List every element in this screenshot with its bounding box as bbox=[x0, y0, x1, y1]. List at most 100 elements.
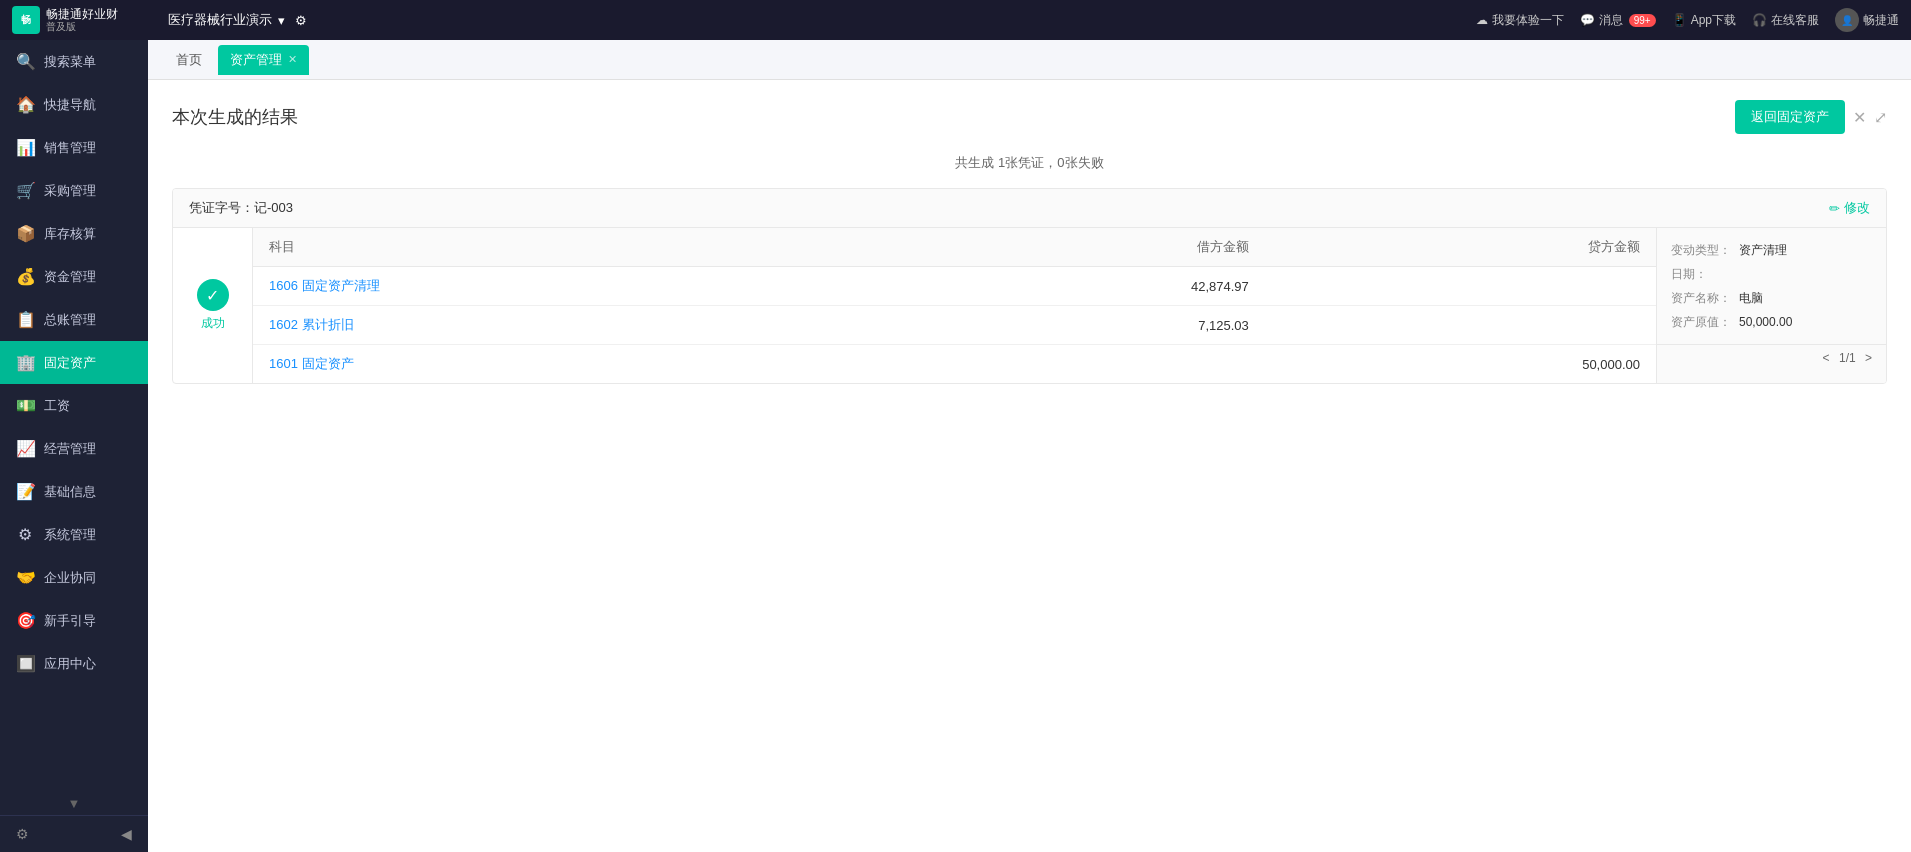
row1-credit bbox=[1265, 267, 1656, 306]
sidebar-item-quick-nav[interactable]: 🏠 快捷导航 bbox=[0, 83, 148, 126]
sidebar-item-business[interactable]: 📈 经营管理 bbox=[0, 427, 148, 470]
voucher-header: 凭证字号：记-003 ✏ 修改 bbox=[173, 189, 1886, 228]
sidebar-item-fixed-assets[interactable]: 🏢 固定资产 bbox=[0, 341, 148, 384]
tab-close-icon[interactable]: ✕ bbox=[288, 53, 297, 66]
table-row: 1606 固定资产清理 42,874.97 bbox=[253, 267, 1656, 306]
sidebar-settings-icon[interactable]: ⚙ bbox=[16, 826, 29, 842]
sidebar-item-search[interactable]: 🔍 搜索菜单 bbox=[0, 40, 148, 83]
sidebar-item-guide[interactable]: 🎯 新手引导 bbox=[0, 599, 148, 642]
payroll-icon: 💵 bbox=[16, 396, 34, 415]
settings-icon[interactable]: ⚙ bbox=[295, 13, 307, 28]
row1-debit: 42,874.97 bbox=[874, 267, 1265, 306]
phone-icon: 📱 bbox=[1672, 13, 1687, 27]
col-credit: 贷方金额 bbox=[1265, 228, 1656, 267]
pagination[interactable]: < 1/1 > bbox=[1657, 344, 1886, 371]
sidebar-item-purchase[interactable]: 🛒 采购管理 bbox=[0, 169, 148, 212]
success-icon: ✓ bbox=[197, 279, 229, 311]
sidebar-item-app-center[interactable]: 🔲 应用中心 bbox=[0, 642, 148, 685]
sidebar-scroll: 🔍 搜索菜单 🏠 快捷导航 📊 销售管理 🛒 采购管理 📦 库存核算 💰 bbox=[0, 40, 148, 792]
main-layout: 🔍 搜索菜单 🏠 快捷导航 📊 销售管理 🛒 采购管理 📦 库存核算 💰 bbox=[0, 40, 1911, 852]
change-type-value: 资产清理 bbox=[1739, 238, 1787, 262]
sales-icon: 📊 bbox=[16, 138, 34, 157]
row2-debit: 7,125.03 bbox=[874, 306, 1265, 345]
summary-text: 共生成 1张凭证，0张失败 bbox=[172, 154, 1887, 172]
logo-icon: 畅 bbox=[12, 6, 40, 34]
voucher-data-table: 科目 借方金额 贷方金额 1606 固定资产清理 bbox=[253, 228, 1656, 383]
success-text: 成功 bbox=[201, 315, 225, 332]
table-row: 1601 固定资产 50,000.00 bbox=[253, 345, 1656, 384]
ledger-icon: 📋 bbox=[16, 310, 34, 329]
voucher-number: 凭证字号：记-003 bbox=[189, 199, 293, 217]
sidebar: 🔍 搜索菜单 🏠 快捷导航 📊 销售管理 🛒 采购管理 📦 库存核算 💰 bbox=[0, 40, 148, 852]
business-icon: 📈 bbox=[16, 439, 34, 458]
edit-button[interactable]: ✏ 修改 bbox=[1829, 199, 1870, 217]
avatar: 👤 bbox=[1835, 8, 1859, 32]
sidebar-collapse-icon[interactable]: ◀ bbox=[121, 826, 132, 842]
basic-info-icon: 📝 bbox=[16, 482, 34, 501]
online-service-action[interactable]: 🎧 在线客服 bbox=[1752, 12, 1819, 29]
page-info: 1/1 bbox=[1839, 351, 1856, 365]
page-content: 本次生成的结果 返回固定资产 ✕ ⤢ 共生成 1张凭证，0张失败 凭证字号：记-… bbox=[148, 80, 1911, 852]
return-button[interactable]: 返回固定资产 bbox=[1735, 100, 1845, 134]
inventory-icon: 📦 bbox=[16, 224, 34, 243]
asset-name-label: 资产名称： bbox=[1671, 286, 1731, 310]
sidebar-scroll-arrow[interactable]: ▼ bbox=[0, 792, 148, 815]
guide-icon: 🎯 bbox=[16, 611, 34, 630]
sidebar-item-payroll[interactable]: 💵 工资 bbox=[0, 384, 148, 427]
sidebar-item-inventory[interactable]: 📦 库存核算 bbox=[0, 212, 148, 255]
sidebar-item-sales[interactable]: 📊 销售管理 bbox=[0, 126, 148, 169]
finance-icon: 💰 bbox=[16, 267, 34, 286]
row3-credit: 50,000.00 bbox=[1265, 345, 1656, 384]
asset-name-value: 电脑 bbox=[1739, 286, 1763, 310]
row2-credit bbox=[1265, 306, 1656, 345]
tab-asset-mgmt[interactable]: 资产管理 ✕ bbox=[218, 45, 309, 75]
table-main: 科目 借方金额 贷方金额 1606 固定资产清理 bbox=[253, 228, 1656, 383]
sidebar-item-enterprise[interactable]: 🤝 企业协同 bbox=[0, 556, 148, 599]
page-header: 本次生成的结果 返回固定资产 ✕ ⤢ bbox=[172, 100, 1887, 134]
messages-action[interactable]: 💬 消息 99 bbox=[1580, 12, 1656, 29]
table-row: 1602 累计折旧 7,125.03 bbox=[253, 306, 1656, 345]
original-value-row: 资产原值： 50,000.00 bbox=[1671, 310, 1872, 334]
user-action[interactable]: 👤 畅捷通 bbox=[1835, 8, 1899, 32]
sidebar-item-system[interactable]: ⚙ 系统管理 bbox=[0, 513, 148, 556]
date-label: 日期： bbox=[1671, 262, 1707, 286]
enterprise-icon: 🤝 bbox=[16, 568, 34, 587]
change-type-row: 变动类型： 资产清理 bbox=[1671, 238, 1872, 262]
voucher-card: 凭证字号：记-003 ✏ 修改 ✓ 成功 bbox=[172, 188, 1887, 384]
cloud-icon: ☁ bbox=[1476, 13, 1488, 27]
row3-subject: 1601 固定资产 bbox=[253, 345, 874, 384]
prev-page-icon[interactable]: < bbox=[1823, 351, 1830, 365]
system-icon: ⚙ bbox=[16, 525, 34, 544]
asset-name-row: 资产名称： 电脑 bbox=[1671, 286, 1872, 310]
sidebar-item-basic-info[interactable]: 📝 基础信息 bbox=[0, 470, 148, 513]
col-subject: 科目 bbox=[253, 228, 874, 267]
tab-home[interactable]: 首页 bbox=[164, 45, 214, 75]
app-download-action[interactable]: 📱 App下载 bbox=[1672, 12, 1736, 29]
top-header: 畅 畅捷通好业财 普及版 医疗器械行业演示 ▾ ⚙ ☁ 我要体验一下 💬 消息 … bbox=[0, 0, 1911, 40]
side-info-content: 变动类型： 资产清理 日期： 资产名称： 电脑 bbox=[1657, 228, 1886, 344]
sidebar-item-finance[interactable]: 💰 资金管理 bbox=[0, 255, 148, 298]
messages-badge: 99 bbox=[1629, 14, 1656, 27]
message-icon: 💬 bbox=[1580, 13, 1595, 27]
original-value-value: 50,000.00 bbox=[1739, 310, 1792, 334]
content-area: 首页 资产管理 ✕ 本次生成的结果 返回固定资产 ✕ ⤢ 共生成 1张凭证，0张… bbox=[148, 40, 1911, 852]
sidebar-item-ledger[interactable]: 📋 总账管理 bbox=[0, 298, 148, 341]
home-icon: 🏠 bbox=[16, 95, 34, 114]
change-type-label: 变动类型： bbox=[1671, 238, 1731, 262]
chevron-down-icon: ▾ bbox=[278, 13, 285, 28]
original-value-label: 资产原值： bbox=[1671, 310, 1731, 334]
experience-action[interactable]: ☁ 我要体验一下 bbox=[1476, 12, 1564, 29]
voucher-table: ✓ 成功 科目 借方金额 贷方金额 bbox=[173, 228, 1886, 383]
company-selector[interactable]: 医疗器械行业演示 ▾ ⚙ bbox=[160, 7, 315, 33]
search-icon: 🔍 bbox=[16, 52, 34, 71]
logo-text: 畅捷通好业财 普及版 bbox=[46, 7, 118, 33]
success-cell: ✓ 成功 bbox=[173, 228, 253, 383]
next-page-icon[interactable]: > bbox=[1865, 351, 1872, 365]
row1-subject: 1606 固定资产清理 bbox=[253, 267, 874, 306]
logo-area: 畅 畅捷通好业财 普及版 bbox=[12, 6, 160, 34]
purchase-icon: 🛒 bbox=[16, 181, 34, 200]
window-expand-icon[interactable]: ⤢ bbox=[1874, 108, 1887, 127]
sidebar-footer: ⚙ ◀ bbox=[0, 815, 148, 852]
side-info-panel: 变动类型： 资产清理 日期： 资产名称： 电脑 bbox=[1656, 228, 1886, 383]
window-close-icon[interactable]: ✕ bbox=[1853, 108, 1866, 127]
